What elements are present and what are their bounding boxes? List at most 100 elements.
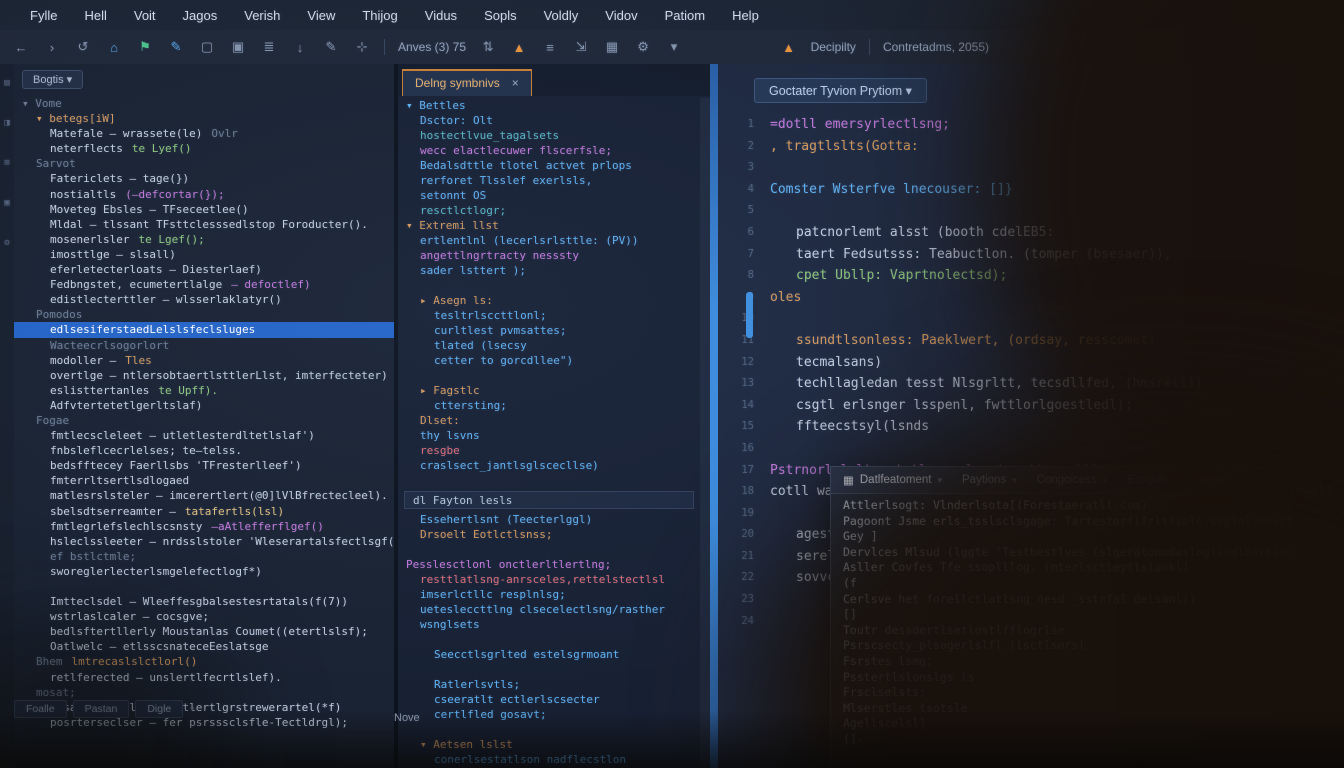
outline-item[interactable]: wsnglsets xyxy=(398,617,700,632)
tree-item[interactable]: eslisttertanles te Upff). xyxy=(14,383,394,398)
back-icon[interactable]: ← xyxy=(12,40,30,55)
tree-item[interactable]: edlsesiferstaedLelslsfeclsluges xyxy=(14,322,394,338)
download-icon[interactable]: ↓ xyxy=(291,40,309,55)
tree-item[interactable]: Moveteg Ebsles — TFseceetlee() xyxy=(14,202,394,217)
tree-item[interactable]: sworeglerlecterlsmgelefectlogf*) xyxy=(14,564,394,579)
outline-item[interactable]: Ratlerlsvtls; xyxy=(398,677,700,692)
outline-item[interactable]: ▸ Asegn ls: xyxy=(398,293,700,308)
panel-tab-congoicess[interactable]: Congoicess ▾ xyxy=(1037,474,1108,486)
menu-item-jagos[interactable]: Jagos xyxy=(183,8,218,23)
tree-item[interactable]: bedlsftertllerly Moustanlas Coumet((eter… xyxy=(14,624,394,639)
code-line[interactable]: 7 taert Fedsutsss: Teabuctlon. (tomper (b… xyxy=(718,244,1344,266)
outline-item[interactable]: cttersting; xyxy=(398,398,700,413)
tree-item[interactable]: mosat; xyxy=(14,685,394,700)
outline-item[interactable]: Drsoelt Eotlctlsnss; xyxy=(398,527,700,542)
gear-icon[interactable]: ⚙ xyxy=(4,238,9,248)
tree-item[interactable]: retlferected — unslertlfecrtlslef). xyxy=(14,670,394,685)
home-icon[interactable]: ⌂ xyxy=(105,40,123,55)
code-line[interactable]: 1 =dotll emersyrlectlsng; xyxy=(718,114,1344,136)
outline-item[interactable]: curltlest pvmsattes; xyxy=(398,323,700,338)
tree-item[interactable]: sbelsdtserreamter — tatafertls(lsl) xyxy=(14,504,394,519)
code-line[interactable]: 8 cpet Ubllp: Vaprtnolectsd); xyxy=(718,265,1344,287)
code-line[interactable]: 3 xyxy=(718,157,1344,179)
frame-icon[interactable]: ▢ xyxy=(198,39,216,55)
status-item-pastan[interactable]: Pastan xyxy=(72,700,130,718)
menu-item-vidov[interactable]: Vidov xyxy=(605,8,637,23)
menu-item-sopls[interactable]: Sopls xyxy=(484,8,517,23)
menu-item-patiom[interactable]: Patiom xyxy=(665,8,705,23)
code-line[interactable]: 12 tecmalsans) xyxy=(718,352,1344,374)
outline-item[interactable]: Bedalsdttle tlotel actvet prlops xyxy=(398,158,700,173)
extensions-icon[interactable]: ⊞ xyxy=(4,158,9,168)
tree-item[interactable]: modoller — Tles xyxy=(14,353,394,368)
outline-item[interactable]: resctlctlogr; xyxy=(398,203,700,218)
menu-item-verish[interactable]: Verish xyxy=(244,8,280,23)
pencil-icon[interactable]: ✎ xyxy=(322,39,340,55)
outline-item[interactable]: certlfled gosavt; xyxy=(398,707,700,722)
tree-item[interactable]: edistlecterttler — wlsserlaklatyr() xyxy=(14,292,394,307)
menu-item-help[interactable]: Help xyxy=(732,8,759,23)
menu-item-voit[interactable]: Voit xyxy=(134,8,156,23)
files-icon[interactable]: ▤ xyxy=(4,78,9,88)
tree-item[interactable]: mosenerlsler te Lgef(); xyxy=(14,232,394,247)
status-item-foalle[interactable]: Foalle xyxy=(14,700,67,718)
deploy-flame-icon[interactable]: ▲ xyxy=(780,40,798,55)
outline-item[interactable]: cseeratlt ectlerlscsecter xyxy=(398,692,700,707)
code-line[interactable]: 4 Comster Wsterfve lnecouser: []} xyxy=(718,179,1344,201)
outline-item[interactable]: ▾ Aetsen lslst xyxy=(398,737,700,752)
scroll-indicator[interactable] xyxy=(746,292,753,338)
panel-tab-eroquilr[interactable]: Eroquilr ▾ xyxy=(1127,474,1177,486)
tree-item[interactable]: Wacteecrlsogorlort xyxy=(14,338,394,353)
outline-item[interactable]: ▾ Extremi llst xyxy=(398,218,700,233)
outline-item[interactable]: resttlatlsng-anrsceles,rettelstectlsl xyxy=(398,572,700,587)
menu-item-thijog[interactable]: Thijog xyxy=(362,8,397,23)
outline-item[interactable]: thy lsvns xyxy=(398,428,700,443)
tree-item[interactable]: ef bstlctmle; xyxy=(14,549,394,564)
outline-item[interactable]: ertlentlnl (lecerlsrlsttle: (PV)) xyxy=(398,233,700,248)
tree-item[interactable]: matlesrslsteler — imcerertlert(@0]lVlBfr… xyxy=(14,488,394,503)
explorer-tab-bogtis[interactable]: Bogtis ▾ xyxy=(22,70,84,89)
resize-icon[interactable]: ⇲ xyxy=(572,39,590,55)
outline-section-header[interactable]: dl Fayton lesls xyxy=(404,491,694,509)
tree-item[interactable]: Bhem lmtrecaslslctlorl() xyxy=(14,654,394,669)
outline-item[interactable]: sader lsttert ); xyxy=(398,263,700,278)
code-line[interactable]: 10 xyxy=(718,308,1344,330)
menu-icon[interactable]: ≡ xyxy=(541,40,559,55)
tree-item[interactable]: ▾ betegs[iW] xyxy=(14,111,394,126)
tree-item[interactable]: eferletecterloats — Diesterlaef) xyxy=(14,262,394,277)
tree-item[interactable]: fnbsleflcecrlelses; te—telss. xyxy=(14,443,394,458)
tree-item[interactable]: Imtteclsdel — Wleeffesgbalsestesrtatals(… xyxy=(14,594,394,609)
tree-item[interactable]: bedsfftecey Faerllsbs 'TFresterlleef') xyxy=(14,458,394,473)
tree-item[interactable]: wstrlaslcaler — cocsgve; xyxy=(14,609,394,624)
outline-item[interactable]: resgbe xyxy=(398,443,700,458)
menu-item-voldly[interactable]: Voldly xyxy=(544,8,579,23)
tree-item[interactable]: Sarvot xyxy=(14,156,394,171)
deploy-label[interactable]: Decipilty xyxy=(811,40,856,54)
outline-item[interactable]: Pesslesctlonl onctlerltlertlng; xyxy=(398,557,700,572)
tree-item[interactable]: Fatericlets — tage(}) xyxy=(14,171,394,186)
outline-item[interactable]: conerlsestatlson nadflecstlon xyxy=(398,752,700,767)
grid-icon[interactable]: ▦ xyxy=(603,39,621,55)
outline-item[interactable]: Essehertlsnt (Teecterlggl) xyxy=(398,512,700,527)
tree-item[interactable]: imosttlge — slsall) xyxy=(14,247,394,262)
code-line[interactable]: 5 xyxy=(718,200,1344,222)
code-line[interactable]: 13 techllagledan tesst Nlsgrltt, tecsdllf… xyxy=(718,373,1344,395)
tree-item[interactable]: fmterrltsertlsdlogaed xyxy=(14,473,394,488)
menu-item-view[interactable]: View xyxy=(307,8,335,23)
panel-divider[interactable] xyxy=(710,64,718,768)
crosshair-icon[interactable]: ⊹ xyxy=(353,39,371,55)
outline-item[interactable]: uetesleccttlng clsecelectlsng/rasther xyxy=(398,602,700,617)
outline-item[interactable]: Seecctlsgrlted estelsgrmoant xyxy=(398,647,700,662)
tab-delng-symbnivs[interactable]: Delng symbnivs × xyxy=(402,69,532,96)
outline-item[interactable]: cetter to gorcdllee") xyxy=(398,353,700,368)
status-item-digle[interactable]: Digle xyxy=(135,700,184,718)
tree-item[interactable]: Fogae xyxy=(14,413,394,428)
code-line[interactable]: 14 csgtl erlsnger lsspenl, fwttlorlgoestl… xyxy=(718,395,1344,417)
flag-icon[interactable]: ⚑ xyxy=(136,39,154,55)
editor-language-selector[interactable]: Goctater Tyvion Prytiom ▾ xyxy=(754,78,927,103)
outline-item[interactable]: ▸ Fagstlc xyxy=(398,383,700,398)
undo-icon[interactable]: ↺ xyxy=(74,39,92,55)
tree-item[interactable]: fmtlegrlefslechlscsnsty —aAtlefferflgef() xyxy=(14,519,394,534)
tree-item[interactable]: Pomodos xyxy=(14,307,394,322)
code-line[interactable]: 9oles xyxy=(718,287,1344,309)
